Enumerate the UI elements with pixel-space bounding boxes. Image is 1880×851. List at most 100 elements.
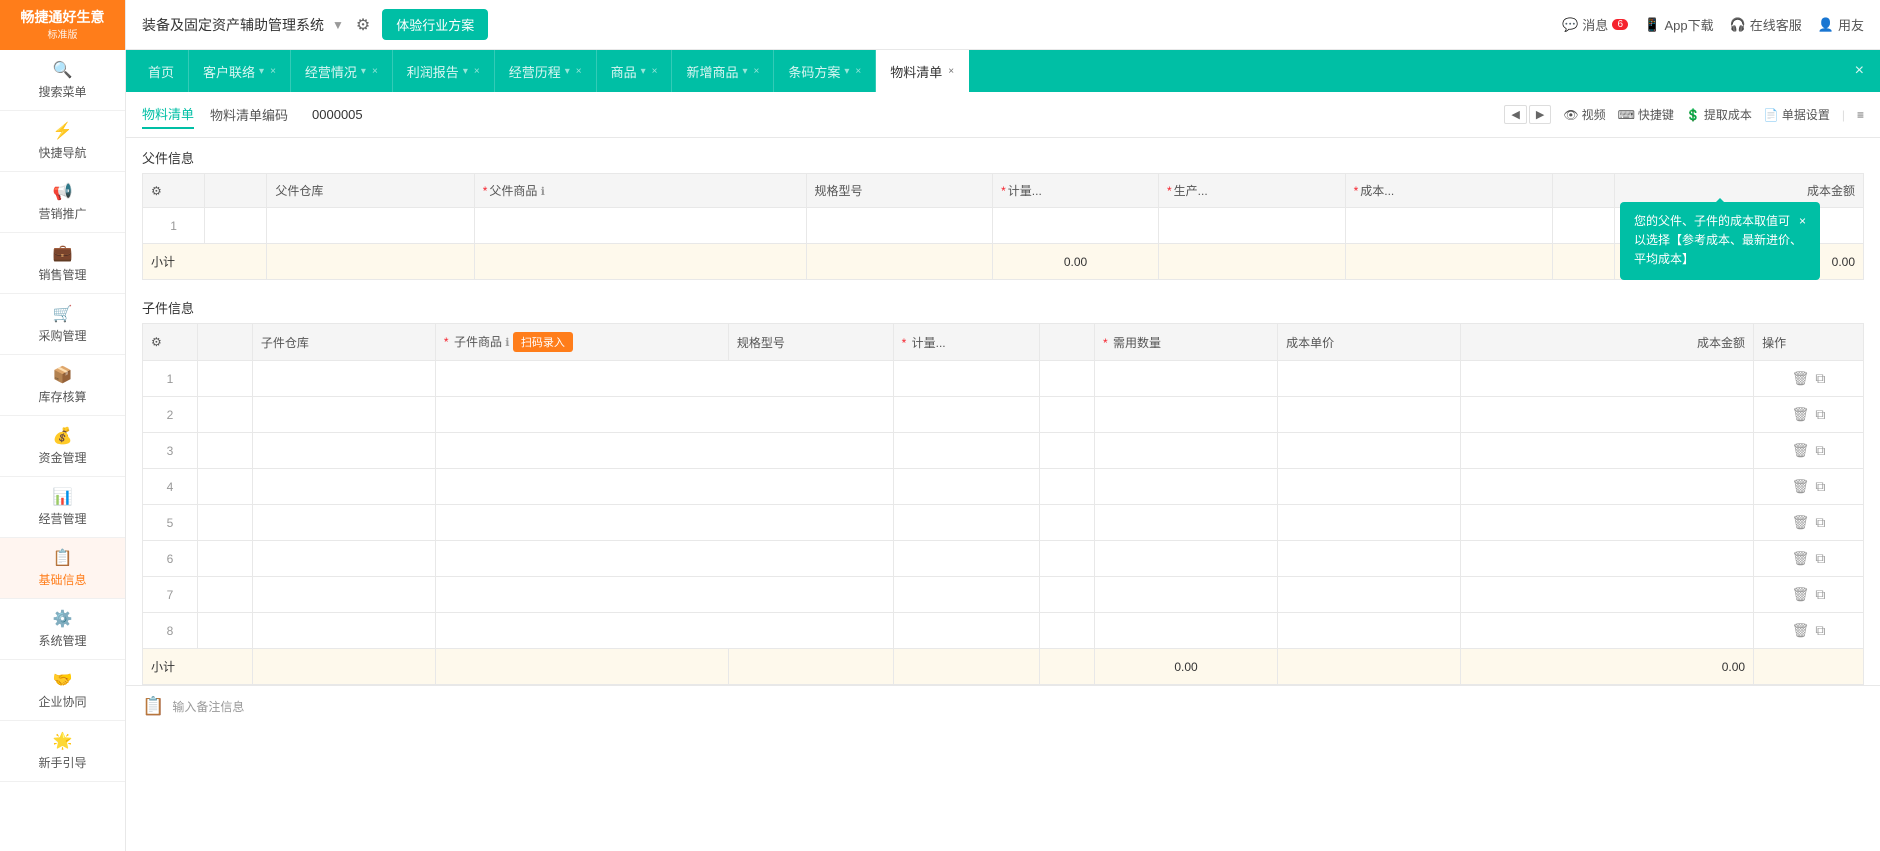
- close-icon[interactable]: ×: [576, 66, 582, 77]
- child-row-need-qty[interactable]: [1094, 433, 1277, 469]
- delete-icon[interactable]: 🗑: [1792, 406, 1810, 423]
- child-row-need-qty[interactable]: [1094, 577, 1277, 613]
- next-record-button[interactable]: ▶: [1529, 105, 1551, 124]
- close-icon[interactable]: ×: [948, 66, 954, 77]
- child-row-product[interactable]: [435, 433, 893, 469]
- shortcut-button[interactable]: ⌨ 快捷键: [1618, 106, 1674, 123]
- child-row-warehouse[interactable]: [252, 505, 435, 541]
- child-row-unit-cost[interactable]: [1278, 433, 1461, 469]
- sidebar-item-search[interactable]: 🔍 搜索菜单: [0, 50, 125, 111]
- child-row-warehouse[interactable]: [252, 433, 435, 469]
- expand-icon[interactable]: ≡: [1857, 108, 1864, 122]
- child-row-need-qty[interactable]: [1094, 505, 1277, 541]
- child-row-product[interactable]: [435, 541, 893, 577]
- sidebar-item-ops[interactable]: 📊 经营管理: [0, 477, 125, 538]
- child-row-warehouse[interactable]: [252, 613, 435, 649]
- single-settings-button[interactable]: 📄 单据设置: [1764, 106, 1830, 123]
- scan-button[interactable]: 扫码录入: [513, 332, 573, 352]
- child-row-warehouse[interactable]: [252, 541, 435, 577]
- child-row-product[interactable]: [435, 577, 893, 613]
- app-download-button[interactable]: 📱 App下载: [1644, 15, 1713, 34]
- tab-customers[interactable]: 客户联络 ▾ ×: [189, 50, 291, 92]
- child-row-warehouse[interactable]: [252, 397, 435, 433]
- child-row-product[interactable]: [435, 397, 893, 433]
- sidebar-item-collab[interactable]: 🤝 企业协同: [0, 660, 125, 721]
- dropdown-arrow-icon[interactable]: ▼: [332, 18, 344, 32]
- sidebar-item-quick-nav[interactable]: ⚡ 快捷导航: [0, 111, 125, 172]
- close-icon[interactable]: ×: [754, 66, 760, 77]
- copy-icon[interactable]: ⧉: [1815, 586, 1825, 603]
- child-row-product[interactable]: [435, 505, 893, 541]
- child-row-product[interactable]: [435, 361, 893, 397]
- tooltip-close-button[interactable]: ×: [1799, 212, 1806, 231]
- sidebar-item-basic[interactable]: 📋 基础信息: [0, 538, 125, 599]
- delete-icon[interactable]: 🗑: [1792, 622, 1810, 639]
- user-menu-button[interactable]: 👤 用友: [1818, 15, 1864, 34]
- tab-barcode[interactable]: 条码方案 ▾ ×: [774, 50, 876, 92]
- copy-icon[interactable]: ⧉: [1815, 550, 1825, 567]
- delete-icon[interactable]: 🗑: [1792, 586, 1810, 603]
- parent-row-production[interactable]: [1158, 208, 1345, 244]
- child-row-warehouse[interactable]: [252, 469, 435, 505]
- sidebar-item-finance[interactable]: 💰 资金管理: [0, 416, 125, 477]
- child-row-need-qty[interactable]: [1094, 361, 1277, 397]
- child-row-need-qty[interactable]: [1094, 397, 1277, 433]
- child-row-unit-cost[interactable]: [1278, 397, 1461, 433]
- message-button[interactable]: 💬 消息 6: [1562, 15, 1628, 34]
- parent-row-warehouse[interactable]: [267, 208, 474, 244]
- tab-history[interactable]: 经营历程 ▾ ×: [495, 50, 597, 92]
- online-service-button[interactable]: 🎧 在线客服: [1730, 15, 1802, 34]
- delete-icon[interactable]: 🗑: [1792, 478, 1810, 495]
- sidebar-item-guide[interactable]: 🌟 新手引导: [0, 721, 125, 782]
- tab-profit[interactable]: 利润报告 ▾ ×: [393, 50, 495, 92]
- child-row-product[interactable]: [435, 469, 893, 505]
- tab-new-goods[interactable]: 新增商品 ▾ ×: [672, 50, 774, 92]
- copy-icon[interactable]: ⧉: [1815, 442, 1825, 459]
- child-row-warehouse[interactable]: [252, 577, 435, 613]
- close-icon[interactable]: ×: [270, 66, 276, 77]
- delete-icon[interactable]: 🗑: [1792, 550, 1810, 567]
- sidebar-item-sales[interactable]: 💼 销售管理: [0, 233, 125, 294]
- delete-icon[interactable]: 🗑: [1792, 370, 1810, 387]
- close-icon[interactable]: ×: [855, 66, 861, 77]
- copy-icon[interactable]: ⧉: [1815, 514, 1825, 531]
- child-row-unit-cost[interactable]: [1278, 469, 1461, 505]
- copy-icon[interactable]: ⧉: [1815, 370, 1825, 387]
- delete-icon[interactable]: 🗑: [1792, 514, 1810, 531]
- sidebar-item-inventory[interactable]: 📦 库存核算: [0, 355, 125, 416]
- sidebar-item-system[interactable]: ⚙️ 系统管理: [0, 599, 125, 660]
- child-row-unit-cost[interactable]: [1278, 361, 1461, 397]
- parent-row-cost[interactable]: [1345, 208, 1552, 244]
- copy-icon[interactable]: ⧉: [1815, 478, 1825, 495]
- prev-record-button[interactable]: ◀: [1504, 105, 1526, 124]
- child-col-gear[interactable]: ⚙: [143, 324, 198, 361]
- sub-tab-bom-code[interactable]: 物料清单编码: [210, 101, 288, 128]
- child-row-need-qty[interactable]: [1094, 613, 1277, 649]
- notes-hint[interactable]: 输入备注信息: [172, 698, 244, 715]
- sidebar-item-purchase[interactable]: 🛒 采购管理: [0, 294, 125, 355]
- child-row-unit-cost[interactable]: [1278, 577, 1461, 613]
- close-icon[interactable]: ×: [652, 66, 658, 77]
- parent-row-unit[interactable]: [993, 208, 1159, 244]
- child-row-unit-cost[interactable]: [1278, 613, 1461, 649]
- child-row-need-qty[interactable]: [1094, 469, 1277, 505]
- trial-button[interactable]: 体验行业方案: [382, 9, 488, 40]
- extract-cost-button[interactable]: 💲 提取成本: [1686, 106, 1752, 123]
- child-row-product[interactable]: [435, 613, 893, 649]
- child-row-unit-cost[interactable]: [1278, 505, 1461, 541]
- close-icon[interactable]: ×: [474, 66, 480, 77]
- copy-icon[interactable]: ⧉: [1815, 622, 1825, 639]
- parent-row-product[interactable]: [474, 208, 806, 244]
- tab-bom[interactable]: 物料清单 ×: [876, 50, 969, 92]
- child-row-warehouse[interactable]: [252, 361, 435, 397]
- child-row-need-qty[interactable]: [1094, 541, 1277, 577]
- sub-tab-bom-list[interactable]: 物料清单: [142, 100, 194, 129]
- tab-goods[interactable]: 商品 ▾ ×: [597, 50, 673, 92]
- delete-icon[interactable]: 🗑: [1792, 442, 1810, 459]
- sidebar-item-marketing[interactable]: 📢 营销推广: [0, 172, 125, 233]
- gear-icon[interactable]: ⚙: [352, 11, 374, 39]
- tab-operations[interactable]: 经营情况 ▾ ×: [291, 50, 393, 92]
- child-row-unit-cost[interactable]: [1278, 541, 1461, 577]
- view-button[interactable]: 👁 视频: [1563, 106, 1605, 123]
- tab-home[interactable]: 首页: [134, 50, 189, 92]
